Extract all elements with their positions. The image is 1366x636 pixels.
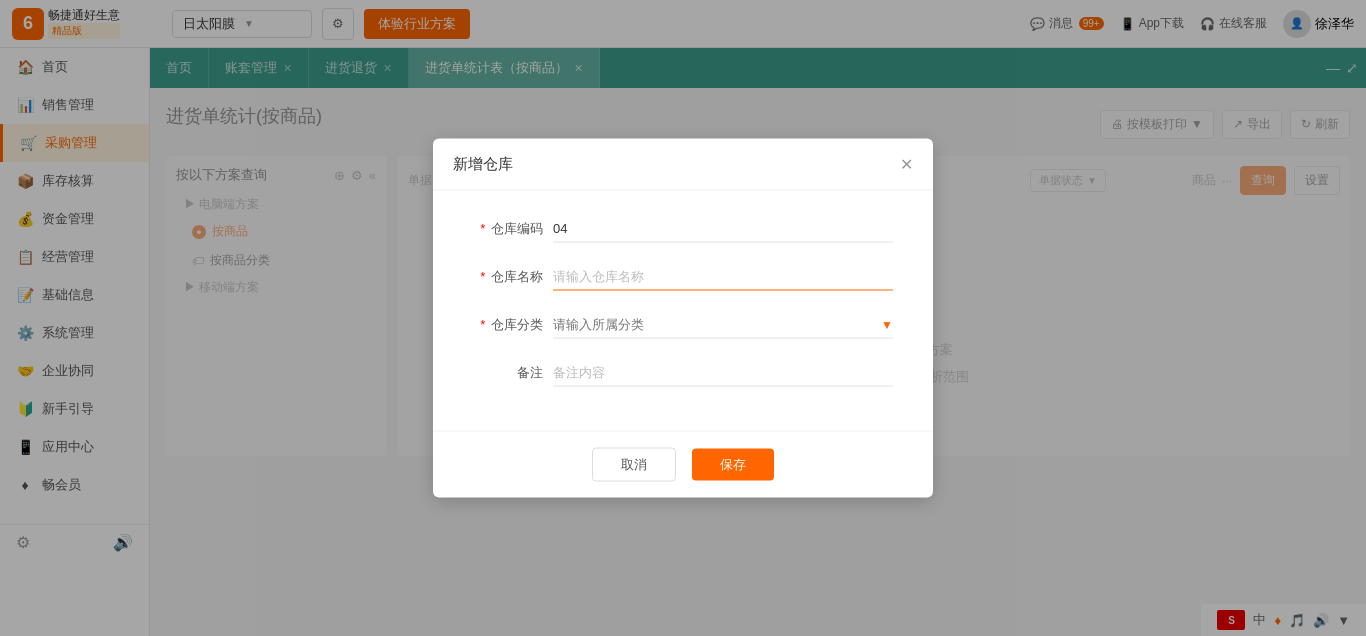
modal-footer: 取消 保存 [433, 431, 933, 498]
form-row-name: * 仓库名称 [473, 263, 893, 291]
warehouse-note-input[interactable] [553, 359, 893, 387]
form-row-code: * 仓库编码 [473, 215, 893, 243]
modal-header: 新增仓库 ✕ [433, 139, 933, 191]
save-button[interactable]: 保存 [692, 449, 774, 481]
warehouse-category-select[interactable]: ▼ [553, 311, 893, 339]
form-row-category: * 仓库分类 ▼ [473, 311, 893, 339]
note-label: 备注 [473, 364, 543, 382]
warehouse-name-input[interactable] [553, 263, 893, 291]
modal-close-button[interactable]: ✕ [900, 155, 913, 174]
warehouse-category-input[interactable] [553, 317, 881, 332]
modal-body: * 仓库编码 * 仓库名称 * 仓库分类 ▼ [433, 191, 933, 431]
code-label: * 仓库编码 [473, 220, 543, 238]
category-dropdown-icon: ▼ [881, 317, 893, 331]
form-row-note: 备注 [473, 359, 893, 387]
name-label: * 仓库名称 [473, 268, 543, 286]
warehouse-code-input[interactable] [553, 215, 893, 243]
cancel-button[interactable]: 取消 [592, 448, 676, 482]
new-warehouse-modal: 新增仓库 ✕ * 仓库编码 * 仓库名称 * 仓库分类 [433, 139, 933, 498]
category-label: * 仓库分类 [473, 316, 543, 334]
modal-title: 新增仓库 [453, 155, 513, 174]
